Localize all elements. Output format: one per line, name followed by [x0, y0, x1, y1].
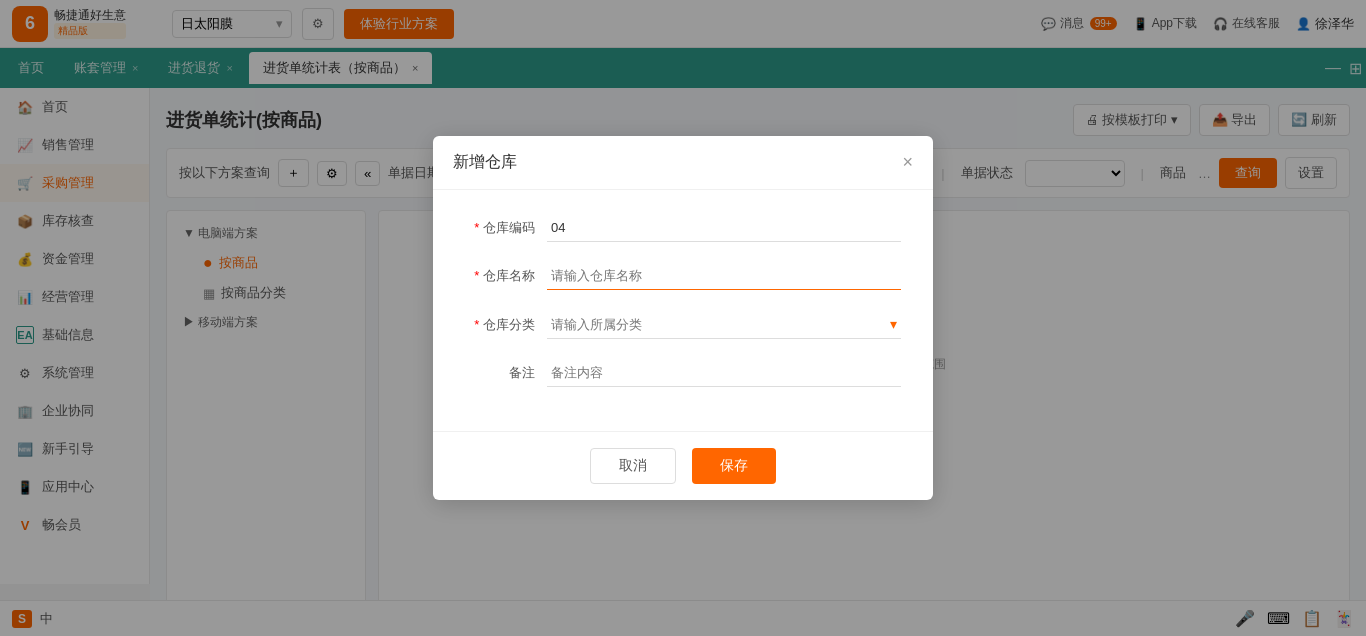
save-button[interactable]: 保存 — [692, 448, 776, 484]
new-warehouse-modal: 新增仓库 × 仓库编码 仓库名称 仓库分类 ▾ — [433, 136, 933, 500]
modal-body: 仓库编码 仓库名称 仓库分类 ▾ 备注 — [433, 190, 933, 431]
remark-input[interactable] — [547, 359, 901, 387]
warehouse-name-label: 仓库名称 — [465, 267, 535, 285]
modal-footer: 取消 保存 — [433, 431, 933, 500]
cancel-button[interactable]: 取消 — [590, 448, 676, 484]
modal-title: 新增仓库 — [453, 152, 517, 173]
form-row-name: 仓库名称 — [465, 262, 901, 290]
form-row-category: 仓库分类 ▾ — [465, 310, 901, 339]
warehouse-name-input[interactable] — [547, 262, 901, 290]
modal-header: 新增仓库 × — [433, 136, 933, 190]
category-dropdown-icon: ▾ — [890, 316, 897, 332]
warehouse-category-select-row[interactable]: ▾ — [547, 310, 901, 339]
warehouse-code-label: 仓库编码 — [465, 219, 535, 237]
form-row-remark: 备注 — [465, 359, 901, 387]
warehouse-category-input[interactable] — [551, 317, 890, 332]
warehouse-category-label: 仓库分类 — [465, 316, 535, 334]
remark-label: 备注 — [465, 364, 535, 382]
warehouse-code-input[interactable] — [547, 214, 901, 242]
modal-close-button[interactable]: × — [902, 152, 913, 173]
modal-overlay[interactable]: 新增仓库 × 仓库编码 仓库名称 仓库分类 ▾ — [0, 0, 1366, 636]
form-row-code: 仓库编码 — [465, 214, 901, 242]
